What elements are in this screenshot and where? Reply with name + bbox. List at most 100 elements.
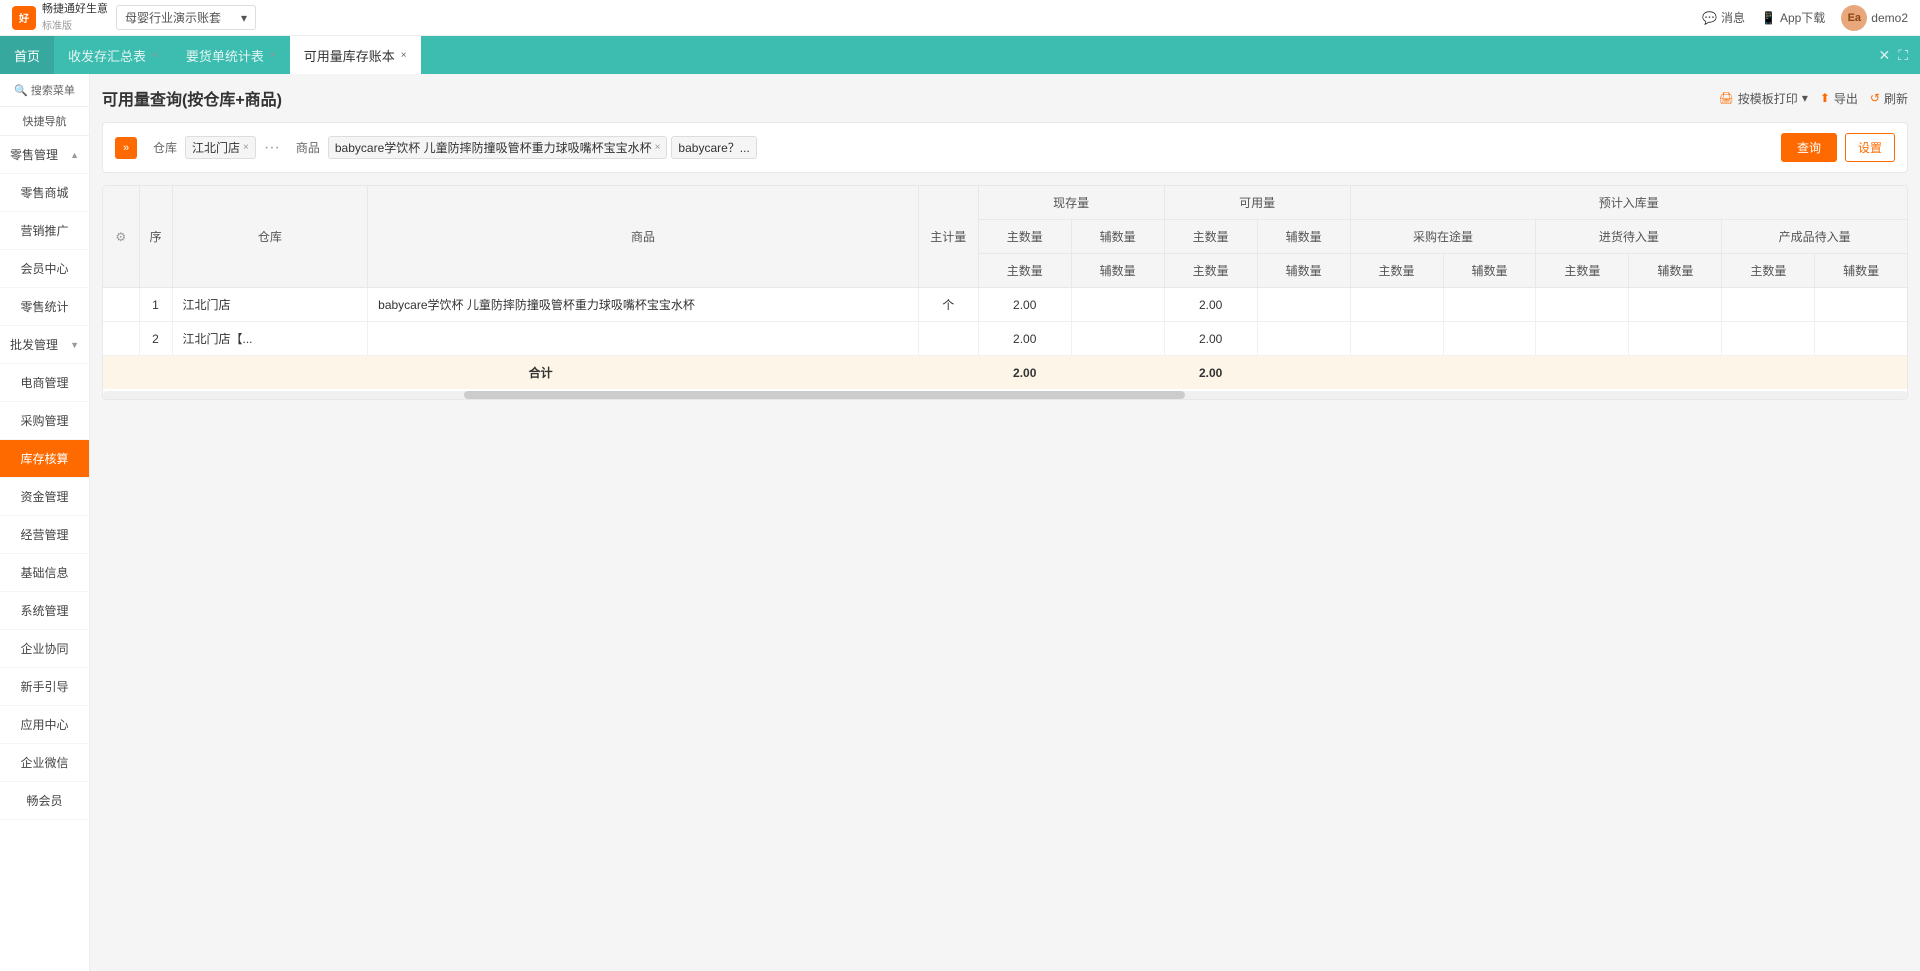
filter-actions: 查询 设置	[1781, 133, 1895, 162]
sidebar-item-enterprise[interactable]: 企业协同	[0, 630, 89, 668]
filter-toggle-btn[interactable]: »	[115, 137, 137, 159]
warehouse-more-icon[interactable]: ···	[264, 139, 280, 157]
close-all-tabs-icon[interactable]: ✕	[1878, 47, 1890, 64]
retail-store-label: 零售商城	[20, 184, 68, 201]
remove-product1-icon[interactable]: ×	[655, 142, 661, 153]
footer-gd-main	[1536, 356, 1629, 390]
sidebar-item-finance[interactable]: 资金管理	[0, 478, 89, 516]
setting-button[interactable]: 设置	[1845, 133, 1895, 162]
arrow-icon: ▲	[70, 150, 79, 160]
sidebar-item-inventory[interactable]: 库存核算	[0, 440, 89, 478]
available-stock-label: 可用量库存账本	[304, 46, 395, 65]
app-download-btn[interactable]: 📱 App下载	[1761, 9, 1825, 26]
product-tag-2-text: babycare？...	[678, 139, 749, 156]
sidebar-item-purchase[interactable]: 采购管理	[0, 402, 89, 440]
remove-warehouse-icon[interactable]: ×	[243, 142, 249, 153]
scrollbar-thumb[interactable]	[464, 391, 1186, 399]
sidebar-item-retail-stats[interactable]: 零售统计	[0, 288, 89, 326]
close-order-stats-icon[interactable]: ×	[270, 50, 276, 61]
print-label: 按模板打印	[1738, 90, 1798, 107]
table-footer-row: 合计 2.00 2.00	[103, 356, 1907, 390]
page-title: 可用量查询(按仓库+商品)	[102, 86, 282, 110]
sidebar-item-vip[interactable]: 畅会员	[0, 782, 89, 820]
settings-icon[interactable]: ⚙	[115, 230, 126, 244]
warehouse-tags: 江北门店 ×	[185, 136, 256, 159]
user-area[interactable]: Ea demo2	[1841, 5, 1908, 31]
row-stock-sub	[1071, 288, 1164, 322]
th-pur-main: 主数量	[1350, 254, 1443, 288]
fullscreen-icon[interactable]: ⛶	[1898, 47, 1908, 64]
export-btn[interactable]: ⬆ 导出	[1820, 90, 1858, 107]
ecommerce-label: 电商管理	[20, 374, 68, 391]
sidebar-item-member-center[interactable]: 会员中心	[0, 250, 89, 288]
message-btn[interactable]: 💬 消息	[1702, 9, 1745, 26]
content-area: 可用量查询(按仓库+商品) 🖨 按模板打印 ▾ ⬆ 导出 ↺ 刷新 »	[90, 74, 1920, 971]
sidebar-item-system[interactable]: 系统管理	[0, 592, 89, 630]
row-gd-sub	[1629, 322, 1722, 356]
new-guide-label: 新手引导	[20, 678, 68, 695]
sidebar-item-retail-mgmt[interactable]: 零售管理 ▲	[0, 136, 89, 174]
row-settings	[103, 288, 139, 322]
row-avail-sub	[1257, 288, 1350, 322]
table-row: 1 江北门店 babycare学饮杯 儿童防摔防撞吸管杯重力球吸嘴杯宝宝水杯 个…	[103, 288, 1907, 322]
sidebar-item-new-guide[interactable]: 新手引导	[0, 668, 89, 706]
tab-order-stats[interactable]: 要货单统计表 ×	[172, 36, 290, 74]
quick-nav-label: 快捷导航	[23, 116, 67, 128]
sidebar-item-ecommerce[interactable]: 电商管理	[0, 364, 89, 402]
row-avail-sub	[1257, 322, 1350, 356]
refresh-btn[interactable]: ↺ 刷新	[1870, 90, 1908, 107]
operations-label: 经营管理	[20, 526, 68, 543]
th-s-main: 主数量	[978, 254, 1071, 288]
header-right: 💬 消息 📱 App下载 Ea demo2	[1702, 5, 1908, 31]
footer-avail-sub	[1257, 356, 1350, 390]
print-btn[interactable]: 🖨 按模板打印 ▾	[1719, 90, 1808, 107]
tab-home[interactable]: 首页	[0, 36, 54, 74]
product-tags: babycare学饮杯 儿童防摔防撞吸管杯重力球吸嘴杯宝宝水杯 × babyca…	[328, 136, 757, 159]
row-prod-sub	[1815, 288, 1907, 322]
industry-selector[interactable]: 母婴行业演示账套 ▾	[116, 5, 256, 30]
sidebar-quick-nav[interactable]: 快捷导航	[0, 107, 89, 136]
th-product: 商品	[368, 186, 919, 288]
th-a-main: 主数量	[1164, 254, 1257, 288]
tab-available-stock[interactable]: 可用量库存账本 ×	[290, 36, 421, 74]
sidebar-item-marketing[interactable]: 营销推广	[0, 212, 89, 250]
search-label: 搜索菜单	[31, 85, 75, 97]
th-pur-sub: 辅数量	[1443, 254, 1536, 288]
query-button[interactable]: 查询	[1781, 133, 1837, 162]
th-gd-main: 主数量	[1536, 254, 1629, 288]
horizontal-scrollbar[interactable]	[103, 391, 1907, 399]
sidebar-item-retail-store[interactable]: 零售商城	[0, 174, 89, 212]
th-settings[interactable]: ⚙	[103, 186, 139, 288]
row-gd-main	[1536, 288, 1629, 322]
row-no: 1	[139, 288, 172, 322]
sidebar-item-app-center[interactable]: 应用中心	[0, 706, 89, 744]
row-settings	[103, 322, 139, 356]
sidebar-item-operations[interactable]: 经营管理	[0, 516, 89, 554]
product-tag-2[interactable]: babycare？...	[671, 136, 756, 159]
row-gd-main	[1536, 322, 1629, 356]
th-available: 可用量	[1164, 186, 1350, 220]
footer-pur-main	[1350, 356, 1443, 390]
warehouse-filter: 仓库 江北门店 × ···	[153, 136, 280, 159]
th-no: 序	[139, 186, 172, 288]
product-tag-1[interactable]: babycare学饮杯 儿童防摔防撞吸管杯重力球吸嘴杯宝宝水杯 ×	[328, 136, 668, 159]
close-available-stock-icon[interactable]: ×	[401, 50, 407, 61]
sidebar-search[interactable]: 🔍 搜索菜单	[0, 74, 89, 107]
search-icon: 🔍	[14, 85, 28, 97]
warehouse-tag-text: 江北门店	[192, 139, 240, 156]
sidebar-item-enterprise-wechat[interactable]: 企业微信	[0, 744, 89, 782]
retail-mgmt-label: 零售管理	[10, 146, 58, 163]
export-icon: ⬆	[1820, 91, 1830, 105]
th-s-sub: 辅数量	[1071, 254, 1164, 288]
sidebar-item-wholesale[interactable]: 批发管理 ▼	[0, 326, 89, 364]
row-gd-sub	[1629, 288, 1722, 322]
export-label: 导出	[1834, 90, 1858, 107]
warehouse-label: 仓库	[153, 139, 177, 156]
row-stock-main: 2.00	[978, 288, 1071, 322]
tab-receive-send[interactable]: 收发存汇总表 ×	[54, 36, 172, 74]
row-stock-main: 2.00	[978, 322, 1071, 356]
sidebar-item-basic-info[interactable]: 基础信息	[0, 554, 89, 592]
nav-tabs-bar: 首页 收发存汇总表 × 要货单统计表 × 可用量库存账本 × ✕ ⛶	[0, 36, 1920, 74]
warehouse-tag[interactable]: 江北门店 ×	[185, 136, 256, 159]
close-receive-send-icon[interactable]: ×	[152, 50, 158, 61]
